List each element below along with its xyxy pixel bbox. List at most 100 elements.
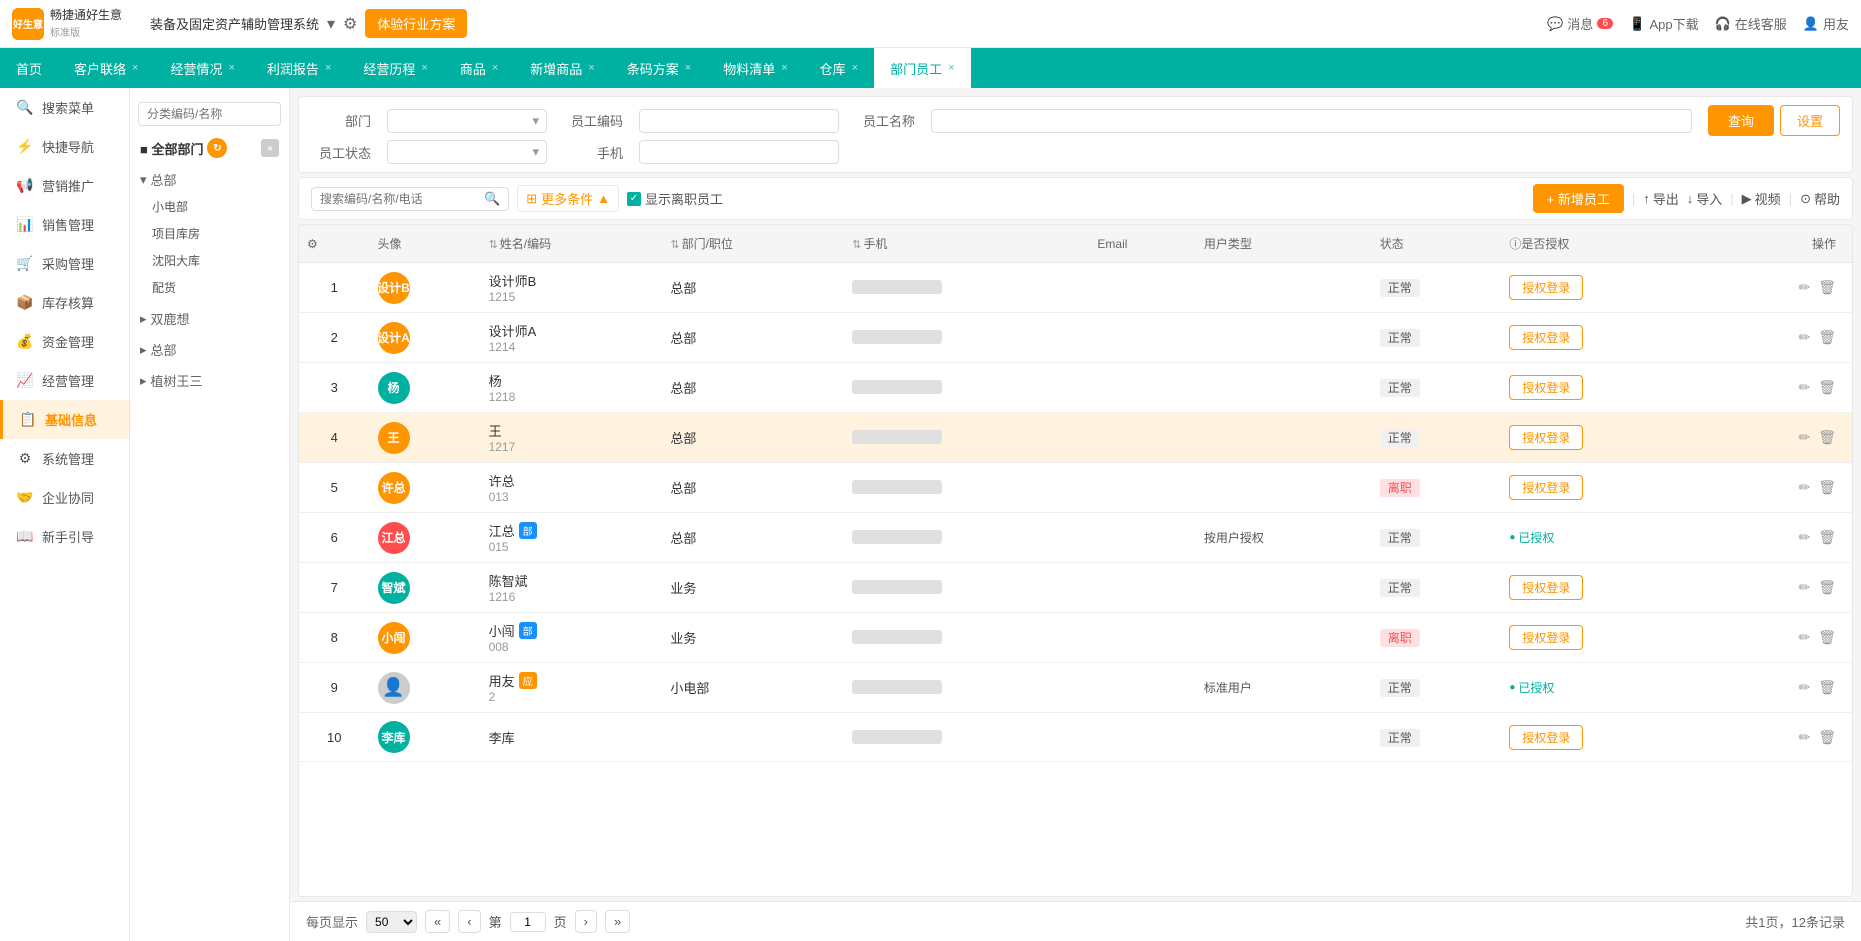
authorize-btn[interactable]: 授权登录 [1509, 725, 1583, 750]
view-btn[interactable]: ▶ 视频 [1742, 189, 1781, 208]
prev-page-btn[interactable]: ‹ [458, 910, 480, 933]
delete-icon[interactable]: 🗑 [1818, 479, 1836, 496]
tab-history[interactable]: 经营历程 × [347, 48, 443, 88]
import-btn[interactable]: ↓ 导入 [1687, 189, 1723, 208]
first-page-btn[interactable]: « [425, 910, 450, 933]
dept-leaf-peihuo[interactable]: 配货 [130, 274, 289, 301]
online-service-action[interactable]: 🎧 在线客服 [1715, 14, 1787, 33]
delete-icon[interactable]: 🗑 [1818, 429, 1836, 446]
authorize-btn[interactable]: 授权登录 [1509, 425, 1583, 450]
tab-dept-employee-close[interactable]: × [948, 62, 954, 74]
app-download-action[interactable]: 📱 App下载 [1629, 14, 1698, 33]
next-page-btn[interactable]: › [575, 910, 597, 933]
last-page-btn[interactable]: » [605, 910, 630, 933]
user-action[interactable]: 👤 用友 [1803, 14, 1849, 33]
settings-gear[interactable]: ⚙ [343, 14, 357, 34]
filter-more-btn[interactable]: ⊞ 更多条件 ▲ [517, 185, 619, 212]
col-name[interactable]: ⇅姓名/编码 [481, 225, 663, 263]
sidebar-item-basic[interactable]: 📋 基础信息 [0, 400, 129, 439]
tab-product-close[interactable]: × [492, 62, 498, 74]
edit-icon[interactable]: ✏ [1798, 529, 1810, 546]
tab-dept-employee[interactable]: 部门员工 × [874, 48, 970, 88]
authorize-btn[interactable]: 授权登录 [1509, 475, 1583, 500]
authorize-btn[interactable]: 授权登录 [1509, 625, 1583, 650]
page-size-select[interactable]: 50 20 100 [366, 911, 417, 933]
emp-name-input[interactable] [931, 109, 1692, 133]
dept-leaf-project[interactable]: 项目库房 [130, 220, 289, 247]
sidebar-item-quicknav[interactable]: ⚡ 快捷导航 [0, 127, 129, 166]
add-emp-btn[interactable]: + 新增员工 [1533, 184, 1624, 213]
tab-operation[interactable]: 经营情况 × [154, 48, 250, 88]
sidebar-item-collab[interactable]: 🤝 企业协同 [0, 478, 129, 517]
edit-icon[interactable]: ✏ [1798, 329, 1810, 346]
experience-btn[interactable]: 体验行业方案 [365, 9, 467, 38]
delete-icon[interactable]: 🗑 [1818, 329, 1836, 346]
query-btn[interactable]: 查询 [1708, 105, 1774, 136]
tab-bom[interactable]: 物料清单 × [707, 48, 803, 88]
emp-status-select[interactable] [387, 140, 547, 164]
edit-icon[interactable]: ✏ [1798, 579, 1810, 596]
export-btn[interactable]: ↑ 导出 [1643, 189, 1679, 208]
authorize-btn[interactable]: 授权登录 [1509, 375, 1583, 400]
tab-warehouse[interactable]: 仓库 × [804, 48, 874, 88]
tab-history-close[interactable]: × [421, 62, 427, 74]
sidebar-item-system[interactable]: ⚙ 系统管理 [0, 439, 129, 478]
sidebar-item-sales[interactable]: 📊 销售管理 [0, 205, 129, 244]
tab-profit[interactable]: 利润报告 × [251, 48, 347, 88]
toolbar-search-icon[interactable]: 🔍 [484, 191, 500, 207]
dept-search-input[interactable] [138, 102, 281, 126]
delete-icon[interactable]: 🗑 [1818, 379, 1836, 396]
help-btn[interactable]: ⊙ 帮助 [1800, 189, 1840, 208]
dept-group-shuanglu-label[interactable]: ▸ 双鹿想 [130, 305, 289, 332]
edit-icon[interactable]: ✏ [1798, 729, 1810, 746]
reset-btn[interactable]: 设置 [1780, 105, 1840, 136]
edit-icon[interactable]: ✏ [1798, 479, 1810, 496]
sidebar-item-bizmanage[interactable]: 📈 经营管理 [0, 361, 129, 400]
col-phone[interactable]: ⇅手机 [844, 225, 1089, 263]
edit-icon[interactable]: ✏ [1798, 429, 1810, 446]
delete-icon[interactable]: 🗑 [1818, 729, 1836, 746]
sidebar-item-inventory[interactable]: 📦 库存核算 [0, 283, 129, 322]
show-resigned-toggle[interactable]: ✓ 显示离职员工 [627, 189, 723, 208]
dept-refresh-btn[interactable]: ↻ [207, 138, 227, 158]
toolbar-search-input[interactable] [320, 192, 480, 206]
emp-code-input[interactable] [639, 109, 839, 133]
tab-home[interactable]: 首页 [0, 48, 58, 88]
tab-customer[interactable]: 客户联络 × [58, 48, 154, 88]
dept-group-zb2-label[interactable]: ▸ 总部 [130, 336, 289, 363]
dept-group-zhishu-label[interactable]: ▸ 植树王三 [130, 367, 289, 394]
tab-new-product[interactable]: 新增商品 × [514, 48, 610, 88]
tab-warehouse-close[interactable]: × [852, 62, 858, 74]
dept-group-zongbu-label[interactable]: ▾ 总部 [130, 166, 289, 193]
authorize-btn[interactable]: 授权登录 [1509, 275, 1583, 300]
edit-icon[interactable]: ✏ [1798, 279, 1810, 296]
tab-new-product-close[interactable]: × [588, 62, 594, 74]
delete-icon[interactable]: 🗑 [1818, 679, 1836, 696]
col-dept[interactable]: ⇅部门/职位 [662, 225, 844, 263]
authorize-btn[interactable]: 授权登录 [1509, 325, 1583, 350]
delete-icon[interactable]: 🗑 [1818, 579, 1836, 596]
sidebar-item-marketing[interactable]: 📢 营销推广 [0, 166, 129, 205]
delete-icon[interactable]: 🗑 [1818, 529, 1836, 546]
sidebar-item-search[interactable]: 🔍 搜索菜单 [0, 88, 129, 127]
dept-leaf-shenyang[interactable]: 沈阳大库 [130, 247, 289, 274]
col-settings[interactable]: ⚙ [299, 225, 370, 263]
dept-collapse-btn[interactable]: « [261, 139, 279, 157]
tab-product[interactable]: 商品 × [444, 48, 514, 88]
sidebar-item-guide[interactable]: 📖 新手引导 [0, 517, 129, 556]
dept-leaf-xiaodian[interactable]: 小电部 [130, 193, 289, 220]
tab-barcode[interactable]: 条码方案 × [611, 48, 707, 88]
edit-icon[interactable]: ✏ [1798, 679, 1810, 696]
edit-icon[interactable]: ✏ [1798, 629, 1810, 646]
authorize-btn[interactable]: 授权登录 [1509, 575, 1583, 600]
sidebar-item-finance[interactable]: 💰 资金管理 [0, 322, 129, 361]
tab-operation-close[interactable]: × [228, 62, 234, 74]
edit-icon[interactable]: ✏ [1798, 379, 1810, 396]
sidebar-item-purchase[interactable]: 🛒 采购管理 [0, 244, 129, 283]
page-input[interactable] [510, 912, 546, 932]
delete-icon[interactable]: 🗑 [1818, 279, 1836, 296]
settings-dropdown[interactable]: ▾ [327, 14, 335, 34]
phone-input[interactable] [639, 140, 839, 164]
dept-select[interactable] [387, 109, 547, 133]
message-action[interactable]: 💬 消息 6 [1547, 14, 1613, 33]
